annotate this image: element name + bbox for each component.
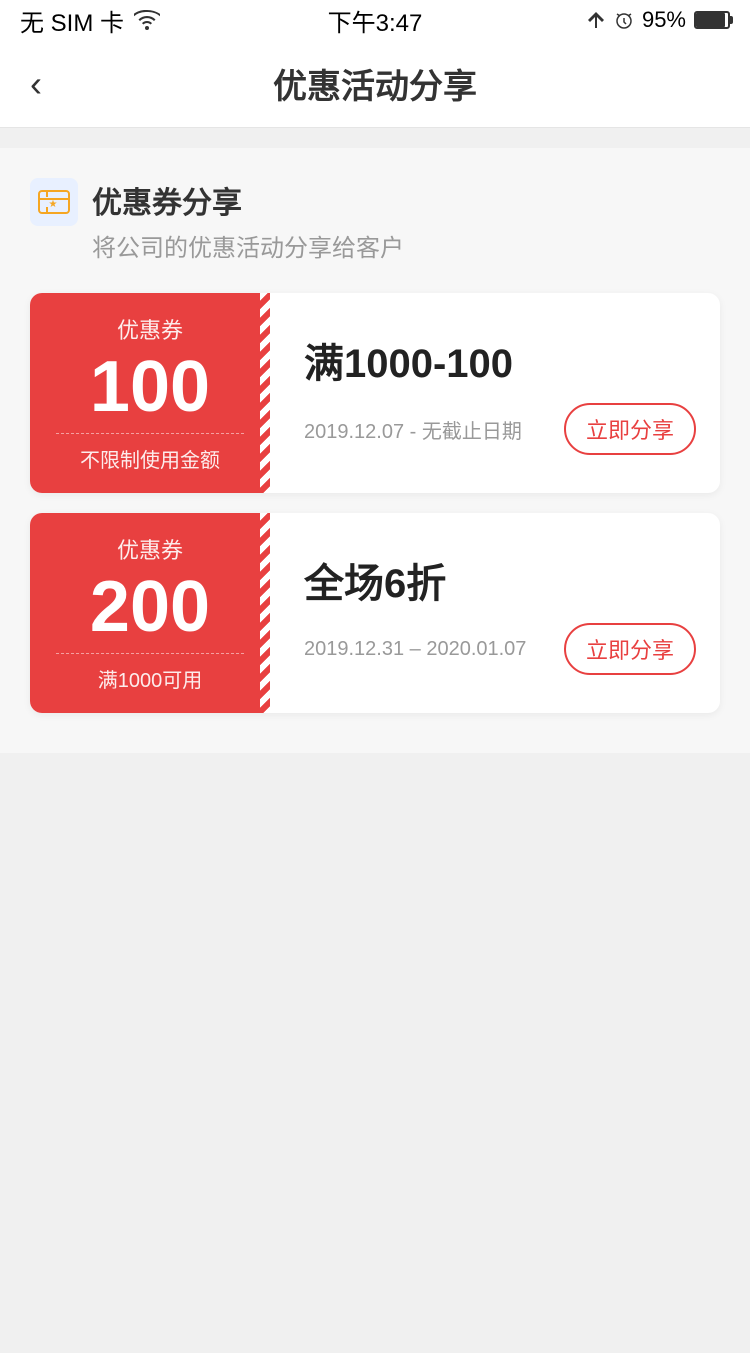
status-carrier: 无 SIM 卡 xyxy=(20,3,160,38)
battery-pct: 95% xyxy=(642,7,686,33)
coupon-left-1: 优惠券 100 不限制使用金额 xyxy=(30,293,270,493)
main-background xyxy=(0,753,750,1353)
coupon-value-1: 100 xyxy=(90,351,210,423)
carrier-text: 无 SIM 卡 xyxy=(20,3,124,38)
nav-bar: ‹ 优惠活动分享 xyxy=(0,40,750,128)
coupon-divider-1 xyxy=(56,433,243,434)
coupon-value-2: 200 xyxy=(90,571,210,643)
section-text-group: 优惠券分享 将公司的优惠活动分享给客户 xyxy=(92,178,404,263)
coupon-label-2: 优惠券 xyxy=(117,533,183,565)
coupon-date-2: 2019.12.31 – 2020.01.07 xyxy=(304,638,526,661)
share-button-2[interactable]: 立即分享 xyxy=(564,623,696,675)
coupon-condition-1: 不限制使用金额 xyxy=(80,444,220,473)
section-icon: ★ xyxy=(30,178,78,226)
coupon-title-2: 全场6折 xyxy=(304,551,696,609)
wifi-icon xyxy=(134,10,160,30)
section-subtitle: 将公司的优惠活动分享给客户 xyxy=(92,228,404,263)
section-title: 优惠券分享 xyxy=(92,178,404,222)
coupon-date-1: 2019.12.07 - 无截止日期 xyxy=(304,415,522,444)
coupon-condition-2: 满1000可用 xyxy=(98,664,203,693)
location-icon xyxy=(586,10,606,30)
coupon-label-1: 优惠券 xyxy=(117,313,183,345)
coupon-card-1: 优惠券 100 不限制使用金额 满1000-100 2019.12.07 - 无… xyxy=(30,293,720,493)
coupon-title-1: 满1000-100 xyxy=(304,331,696,389)
share-button-1[interactable]: 立即分享 xyxy=(564,403,696,455)
coupon-date-row-2: 2019.12.31 – 2020.01.07 立即分享 xyxy=(304,623,696,675)
coupon-right-2: 全场6折 2019.12.31 – 2020.01.07 立即分享 xyxy=(270,513,720,713)
alarm-icon xyxy=(614,10,634,30)
coupon-list: 优惠券 100 不限制使用金额 满1000-100 2019.12.07 - 无… xyxy=(30,293,720,713)
battery-icon xyxy=(694,11,730,29)
coupon-divider-2 xyxy=(56,653,243,654)
coupon-card-2: 优惠券 200 满1000可用 全场6折 2019.12.31 – 2020.0… xyxy=(30,513,720,713)
svg-text:★: ★ xyxy=(49,199,58,210)
coupon-date-row-1: 2019.12.07 - 无截止日期 立即分享 xyxy=(304,403,696,455)
status-bar: 无 SIM 卡 下午3:47 95% xyxy=(0,0,750,40)
coupon-right-1: 满1000-100 2019.12.07 - 无截止日期 立即分享 xyxy=(270,293,720,493)
status-right: 95% xyxy=(586,7,730,33)
coupon-section: ★ 优惠券分享 将公司的优惠活动分享给客户 优惠券 100 不限制使用金额 满1… xyxy=(0,148,750,753)
coupon-icon: ★ xyxy=(37,187,71,217)
back-button[interactable]: ‹ xyxy=(30,63,42,105)
status-time: 下午3:47 xyxy=(328,3,423,38)
coupon-left-2: 优惠券 200 满1000可用 xyxy=(30,513,270,713)
page-title: 优惠活动分享 xyxy=(273,59,477,108)
section-title-row: ★ 优惠券分享 将公司的优惠活动分享给客户 xyxy=(30,178,720,263)
section-spacer xyxy=(0,128,750,148)
